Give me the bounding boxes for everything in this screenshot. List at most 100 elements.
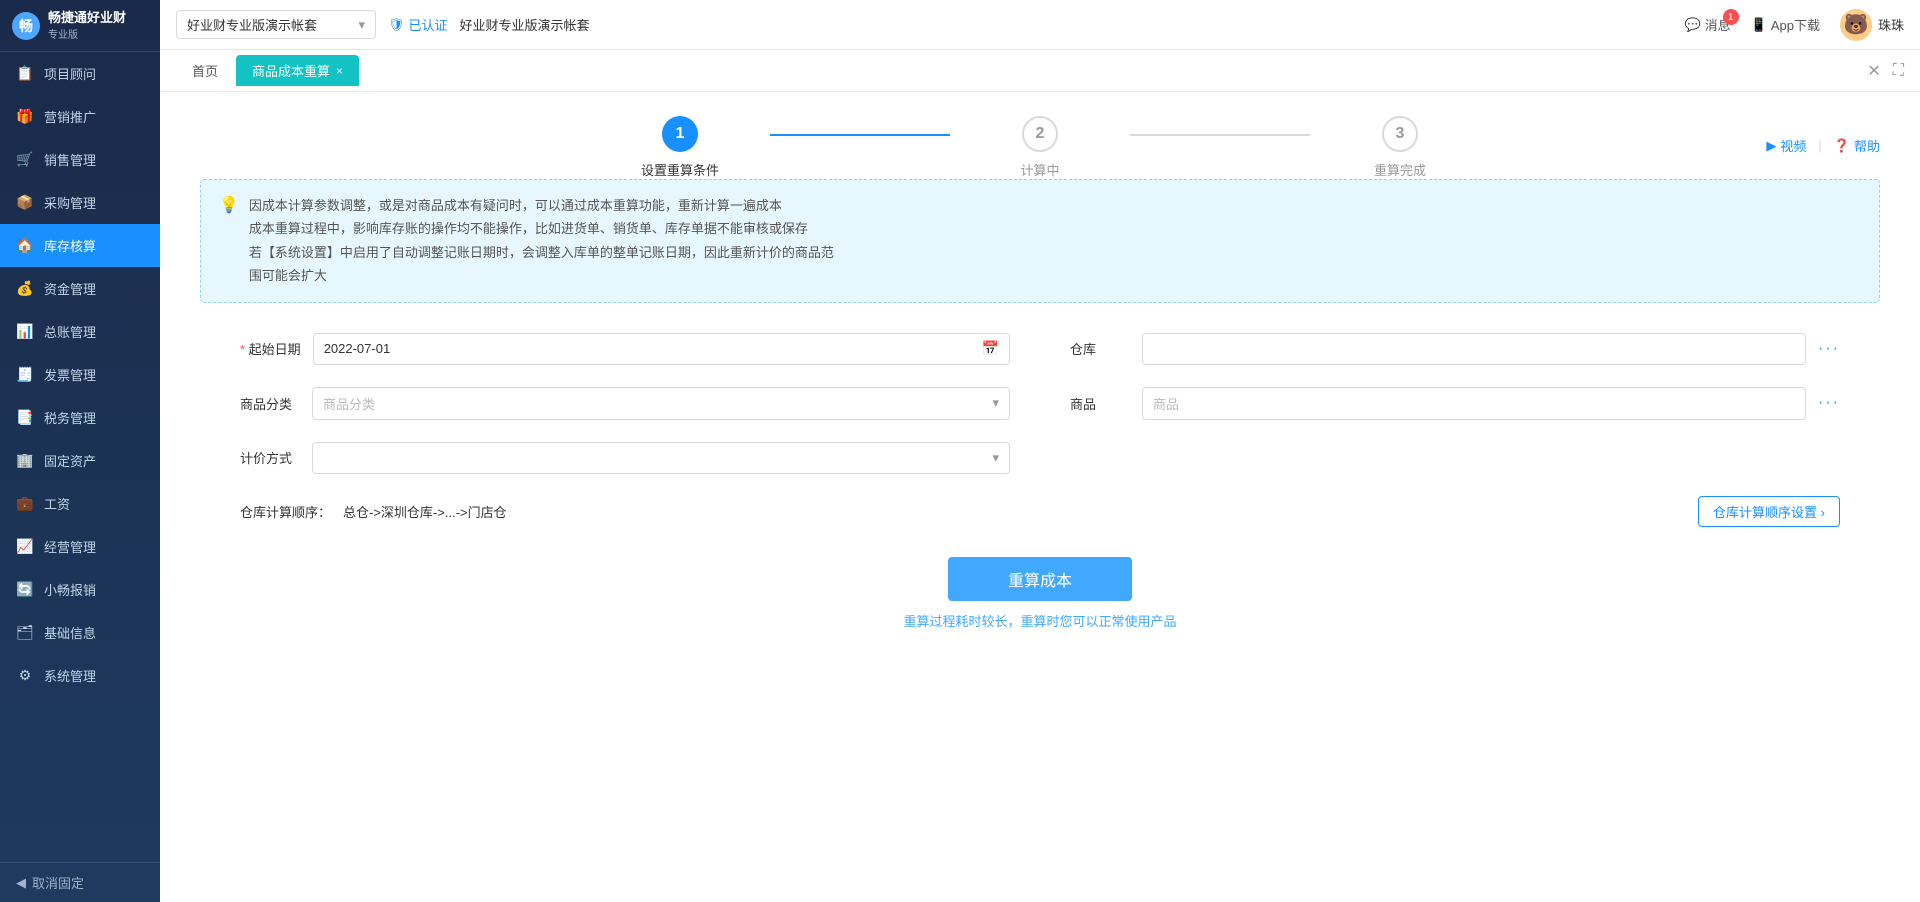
tabs-bar: 首页 商品成本重算 × ✕ ⛶ bbox=[160, 50, 1920, 92]
step-2: 2 计算中 bbox=[950, 116, 1130, 179]
phone-icon: 📱 bbox=[1751, 17, 1767, 33]
sidebar-item-inventory[interactable]: 🏠 库存核算 bbox=[0, 224, 160, 267]
user-name: 珠珠 bbox=[1878, 15, 1904, 34]
goods-more-icon[interactable]: ··· bbox=[1818, 394, 1840, 412]
warehouse-input[interactable] bbox=[1142, 333, 1806, 365]
page-content: 1 设置重算条件 2 计算中 3 重算完成 bbox=[160, 92, 1920, 902]
category-placeholder: 商品分类 bbox=[323, 394, 984, 413]
start-date-input[interactable]: 2022-07-01 📅 bbox=[313, 333, 1010, 365]
start-date-value: 2022-07-01 bbox=[324, 341, 974, 356]
message-button[interactable]: 💬 消息 1 bbox=[1684, 15, 1730, 34]
accounting-icon: 📊 bbox=[16, 323, 34, 341]
expense-icon: 🔄 bbox=[16, 581, 34, 599]
unpin-button[interactable]: ◀ 取消固定 bbox=[0, 862, 160, 902]
recalc-button[interactable]: 重算成本 bbox=[948, 557, 1132, 601]
warehouse-more-icon[interactable]: ··· bbox=[1818, 340, 1840, 358]
tab-home-label: 首页 bbox=[192, 61, 218, 80]
marketing-icon: 🎁 bbox=[16, 108, 34, 126]
finance-icon: 💰 bbox=[16, 280, 34, 298]
step-3-circle: 3 bbox=[1382, 116, 1418, 152]
account-selector[interactable]: 好业财专业版演示帐套 ▾ bbox=[176, 10, 376, 39]
tab-home[interactable]: 首页 bbox=[176, 55, 234, 86]
category-label: 商品分类 bbox=[240, 394, 300, 413]
sidebar-item-purchase[interactable]: 📦 采购管理 bbox=[0, 181, 160, 224]
close-window-icon[interactable]: ✕ bbox=[1867, 61, 1880, 81]
sidebar-item-finance[interactable]: 💰 资金管理 bbox=[0, 267, 160, 310]
sidebar-item-expense[interactable]: 🔄 小畅报销 bbox=[0, 568, 160, 611]
sidebar-item-assets[interactable]: 🏢 固定资产 bbox=[0, 439, 160, 482]
main-area: 好业财专业版演示帐套 ▾ 🛡 已认证 好业财专业版演示帐套 💬 消息 1 📱 A… bbox=[160, 0, 1920, 902]
topbar: 好业财专业版演示帐套 ▾ 🛡 已认证 好业财专业版演示帐套 💬 消息 1 📱 A… bbox=[160, 0, 1920, 50]
warehouse-order-value: 总仓->深圳仓库->...->门店仓 bbox=[343, 502, 1686, 521]
help-button[interactable]: ❓ 帮助 bbox=[1834, 136, 1880, 155]
project-icon: 📋 bbox=[16, 65, 34, 83]
goods-input[interactable]: 商品 bbox=[1142, 387, 1806, 420]
goods-field: 商品 商品 ··· bbox=[1070, 387, 1840, 420]
pricing-label: 计价方式 bbox=[240, 448, 300, 467]
purchase-icon: 📦 bbox=[16, 194, 34, 212]
warehouse-order-settings-button[interactable]: 仓库计算顺序设置 › bbox=[1698, 496, 1840, 527]
tab-cost-recalc[interactable]: 商品成本重算 × bbox=[236, 55, 359, 86]
video-button[interactable]: ▶ 视频 bbox=[1766, 136, 1806, 155]
step-2-circle: 2 bbox=[1022, 116, 1058, 152]
step-3-label: 重算完成 bbox=[1374, 160, 1426, 179]
category-arrow-icon: ▾ bbox=[992, 395, 999, 411]
calendar-icon[interactable]: 📅 bbox=[982, 340, 999, 357]
form-row-1: 起始日期 2022-07-01 📅 仓库 ··· bbox=[240, 333, 1840, 365]
sidebar-item-sales[interactable]: 🛒 销售管理 bbox=[0, 138, 160, 181]
step-1: 1 设置重算条件 bbox=[590, 116, 770, 179]
step-2-label: 计算中 bbox=[1020, 160, 1059, 179]
pricing-arrow-icon: ▾ bbox=[992, 450, 999, 466]
shield-icon: 🛡 bbox=[388, 17, 405, 33]
steps-section: 1 设置重算条件 2 计算中 3 重算完成 bbox=[200, 116, 1880, 179]
salary-icon: 💼 bbox=[16, 495, 34, 513]
tabs-bar-controls: ✕ ⛶ bbox=[1867, 61, 1904, 81]
goods-placeholder: 商品 bbox=[1153, 394, 1795, 413]
start-date-label: 起始日期 bbox=[240, 339, 301, 358]
company-name: 好业财专业版演示帐套 bbox=[460, 15, 590, 34]
form-section: 起始日期 2022-07-01 📅 仓库 ··· 商品分类 bbox=[200, 333, 1880, 527]
sidebar-item-salary[interactable]: 💼 工资 bbox=[0, 482, 160, 525]
sidebar-item-operation[interactable]: 📈 经营管理 bbox=[0, 525, 160, 568]
form-row-2: 商品分类 商品分类 ▾ 商品 商品 ··· bbox=[240, 387, 1840, 420]
app-download-button[interactable]: 📱 App下载 bbox=[1751, 15, 1820, 34]
avatar: 🐻 bbox=[1840, 9, 1872, 41]
warehouse-order-label: 仓库计算顺序： bbox=[240, 502, 331, 521]
step-line-2 bbox=[1130, 134, 1310, 136]
user-menu[interactable]: 🐻 珠珠 bbox=[1840, 9, 1904, 41]
sidebar-item-tax[interactable]: 📑 税务管理 bbox=[0, 396, 160, 439]
pricing-select[interactable]: ▾ bbox=[312, 442, 1010, 474]
step-1-circle: 1 bbox=[662, 116, 698, 152]
unpin-icon: ◀ bbox=[16, 875, 26, 891]
steps-row: 1 设置重算条件 2 计算中 3 重算完成 bbox=[590, 116, 1490, 179]
tab-close-icon[interactable]: × bbox=[336, 64, 343, 78]
notice-text: 因成本计算参数调整，或是对商品成本有疑问时，可以通过成本重算功能，重新计算一遍成… bbox=[249, 194, 834, 288]
sidebar-item-invoice[interactable]: 🧾 发票管理 bbox=[0, 353, 160, 396]
sidebar-item-project[interactable]: 📋 项目顾问 bbox=[0, 52, 160, 95]
warehouse-label: 仓库 bbox=[1070, 339, 1130, 358]
verified-badge: 🛡 已认证 bbox=[388, 15, 448, 34]
operation-icon: 📈 bbox=[16, 538, 34, 556]
warehouse-order-row: 仓库计算顺序： 总仓->深圳仓库->...->门店仓 仓库计算顺序设置 › bbox=[240, 496, 1840, 527]
sidebar-item-marketing[interactable]: 🎁 营销推广 bbox=[0, 95, 160, 138]
pricing-field: 计价方式 ▾ bbox=[240, 442, 1010, 474]
message-badge: 1 bbox=[1723, 9, 1739, 25]
category-select[interactable]: 商品分类 ▾ bbox=[312, 387, 1010, 420]
category-field: 商品分类 商品分类 ▾ bbox=[240, 387, 1010, 420]
recalc-note: 重算过程耗时较长，重算时您可以正常使用产品 bbox=[903, 611, 1176, 630]
warning-icon: 💡 bbox=[219, 195, 239, 288]
sidebar-item-system[interactable]: ⚙ 系统管理 bbox=[0, 654, 160, 697]
goods-label: 商品 bbox=[1070, 394, 1130, 413]
invoice-icon: 🧾 bbox=[16, 366, 34, 384]
tab-active-label: 商品成本重算 bbox=[252, 61, 330, 80]
step-help-area: ▶ 视频 | ❓ 帮助 bbox=[1766, 136, 1880, 155]
system-icon: ⚙ bbox=[16, 667, 34, 685]
expand-icon[interactable]: ⛶ bbox=[1893, 62, 1904, 80]
sidebar-nav: 📋 项目顾问 🎁 营销推广 🛒 销售管理 📦 采购管理 🏠 库存核算 💰 资金管… bbox=[0, 52, 160, 862]
sidebar-item-basic[interactable]: 🗂 基础信息 bbox=[0, 611, 160, 654]
play-icon: ▶ bbox=[1766, 138, 1776, 154]
sidebar-item-accounting[interactable]: 📊 总账管理 bbox=[0, 310, 160, 353]
assets-icon: 🏢 bbox=[16, 452, 34, 470]
step-3: 3 重算完成 bbox=[1310, 116, 1490, 179]
sales-icon: 🛒 bbox=[16, 151, 34, 169]
